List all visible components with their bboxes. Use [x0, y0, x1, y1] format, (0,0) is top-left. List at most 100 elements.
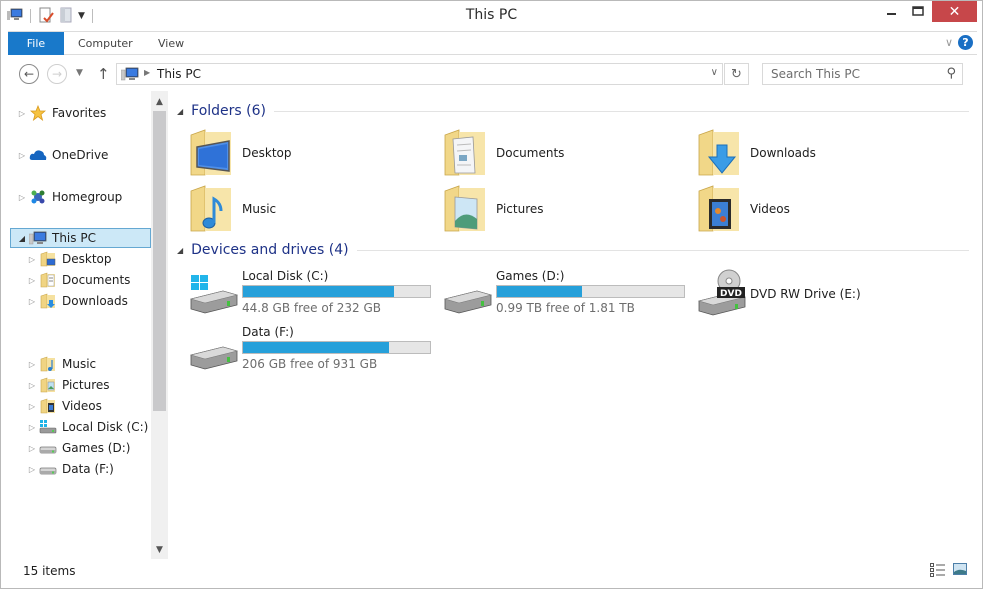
refresh-button[interactable]: ↻ [724, 63, 749, 85]
search-icon[interactable]: ⚲ [946, 66, 956, 81]
folder-name: Desktop [242, 146, 292, 160]
collapse-group-icon[interactable]: ◢ [177, 246, 183, 255]
scrollbar-thumb[interactable] [153, 111, 166, 411]
drive-dvd-rw-e[interactable]: DVD DVD RW Drive (E:) [677, 267, 927, 323]
desktop-folder-icon [189, 129, 239, 177]
minimize-button[interactable] [879, 1, 905, 22]
scroll-down-icon[interactable]: ▼ [151, 542, 168, 559]
nav-item-favorites[interactable]: ▷ Favorites [17, 103, 106, 123]
nav-item-label: Downloads [62, 294, 128, 308]
close-button[interactable]: ✕ [932, 1, 977, 22]
drive-local-disk-c[interactable]: Local Disk (C:) 44.8 GB free of 232 GB [169, 267, 431, 323]
maximize-button[interactable] [905, 1, 931, 22]
breadcrumb-separator-icon[interactable]: ▶ [144, 68, 150, 77]
nav-item-local-disk-c[interactable]: ▷ Local Disk (C:) [27, 417, 148, 437]
star-icon [29, 105, 47, 121]
explorer-window: ▼ This PC ✕ File Computer View ∨ ? ← → ▼… [0, 0, 983, 589]
drives-group-header[interactable]: ◢ Devices and drives (4) [177, 240, 969, 260]
expand-arrow-icon[interactable]: ▷ [27, 297, 37, 306]
nav-item-music[interactable]: ▷ Music [27, 354, 96, 374]
expand-arrow-icon[interactable]: ▷ [27, 465, 37, 474]
tab-computer[interactable]: Computer [78, 32, 133, 55]
expand-arrow-icon[interactable]: ▷ [17, 151, 27, 160]
recent-locations-dropdown[interactable]: ▼ [76, 68, 83, 78]
expand-arrow-icon[interactable]: ▷ [27, 255, 37, 264]
group-divider [356, 249, 969, 251]
drive-icon [39, 461, 57, 477]
nav-item-label: Music [62, 357, 97, 371]
drive-name: Games (D:) [496, 269, 565, 283]
tab-view[interactable]: View [158, 32, 184, 55]
refresh-icon: ↻ [731, 66, 742, 82]
folders-group-header[interactable]: ◢ Folders (6) [177, 101, 969, 121]
forward-button[interactable]: → [47, 64, 67, 84]
expand-arrow-icon[interactable]: ▷ [27, 423, 37, 432]
search-input[interactable] [763, 64, 938, 84]
tab-file[interactable]: File [8, 32, 64, 55]
back-arrow-icon: ← [23, 67, 35, 81]
drive-usage-fill [243, 286, 394, 297]
scroll-up-icon[interactable]: ▲ [151, 94, 168, 111]
expand-arrow-icon[interactable]: ▷ [17, 109, 27, 118]
expand-arrow-icon[interactable]: ▷ [17, 193, 27, 202]
nav-item-label: Pictures [62, 378, 110, 392]
collapse-arrow-icon[interactable]: ◢ [17, 234, 27, 243]
dvd-drive-icon: DVD [697, 269, 747, 317]
downloads-folder-icon [39, 293, 57, 309]
details-view-icon[interactable] [930, 563, 946, 577]
help-icon[interactable]: ? [958, 35, 973, 50]
address-bar[interactable]: ▶ This PC ∨ [116, 63, 723, 85]
folder-documents[interactable]: Documents [423, 127, 673, 179]
computer-icon [29, 230, 47, 246]
content-pane: ◢ Folders (6) Desktop Documents Download… [169, 91, 977, 559]
nav-item-label: This PC [52, 231, 96, 245]
drive-name: Data (F:) [242, 325, 294, 339]
drive-usage-bar [242, 285, 431, 298]
expand-arrow-icon[interactable]: ▷ [27, 276, 37, 285]
drive-free-space: 0.99 TB free of 1.81 TB [496, 301, 635, 315]
homegroup-icon [29, 189, 47, 205]
folder-desktop[interactable]: Desktop [169, 127, 419, 179]
drive-name: DVD RW Drive (E:) [750, 287, 861, 301]
nav-item-data-f[interactable]: ▷ Data (F:) [27, 459, 114, 479]
address-history-dropdown[interactable]: ∨ [711, 67, 718, 78]
nav-item-pictures[interactable]: ▷ Pictures [27, 375, 110, 395]
navigation-pane: ▷ Favorites ▷ OneDrive ▷ Homegroup ◢ Thi… [8, 91, 168, 559]
expand-arrow-icon[interactable]: ▷ [27, 360, 37, 369]
nav-item-label: Data (F:) [62, 462, 114, 476]
back-button[interactable]: ← [19, 64, 39, 84]
nav-item-desktop[interactable]: ▷ Desktop [27, 249, 112, 269]
expand-ribbon-icon[interactable]: ∨ [945, 36, 953, 49]
folder-music[interactable]: Music [169, 183, 419, 235]
folder-pictures[interactable]: Pictures [423, 183, 673, 235]
drive-games-d[interactable]: Games (D:) 0.99 TB free of 1.81 TB [423, 267, 685, 323]
folder-name: Music [242, 202, 277, 216]
nav-item-this-pc[interactable]: ◢ This PC [10, 228, 151, 248]
nav-item-games-d[interactable]: ▷ Games (D:) [27, 438, 131, 458]
nav-item-homegroup[interactable]: ▷ Homegroup [17, 187, 122, 207]
folder-downloads[interactable]: Downloads [677, 127, 927, 179]
drive-data-f[interactable]: Data (F:) 206 GB free of 931 GB [169, 323, 431, 379]
breadcrumb-this-pc[interactable]: This PC [157, 67, 201, 81]
nav-item-label: Desktop [62, 252, 112, 266]
group-label: Folders (6) [191, 103, 266, 119]
nav-item-label: Games (D:) [62, 441, 131, 455]
collapse-group-icon[interactable]: ◢ [177, 107, 183, 116]
documents-folder-icon [443, 129, 493, 177]
nav-pane-scrollbar[interactable]: ▲ ▼ [151, 91, 168, 559]
nav-item-documents[interactable]: ▷ Documents [27, 270, 130, 290]
nav-item-onedrive[interactable]: ▷ OneDrive [17, 145, 109, 165]
up-button[interactable]: ↑ [97, 65, 110, 83]
window-title: This PC [465, 7, 518, 23]
expand-arrow-icon[interactable]: ▷ [27, 381, 37, 390]
expand-arrow-icon[interactable]: ▷ [27, 444, 37, 453]
large-icons-view-icon[interactable] [953, 563, 969, 577]
nav-item-videos[interactable]: ▷ Videos [27, 396, 102, 416]
folder-name: Downloads [750, 146, 816, 160]
nav-item-label: Documents [62, 273, 131, 287]
expand-arrow-icon[interactable]: ▷ [27, 402, 37, 411]
folder-videos[interactable]: Videos [677, 183, 927, 235]
group-divider [274, 110, 969, 112]
search-box[interactable]: ⚲ [762, 63, 963, 85]
nav-item-downloads[interactable]: ▷ Downloads [27, 291, 128, 311]
